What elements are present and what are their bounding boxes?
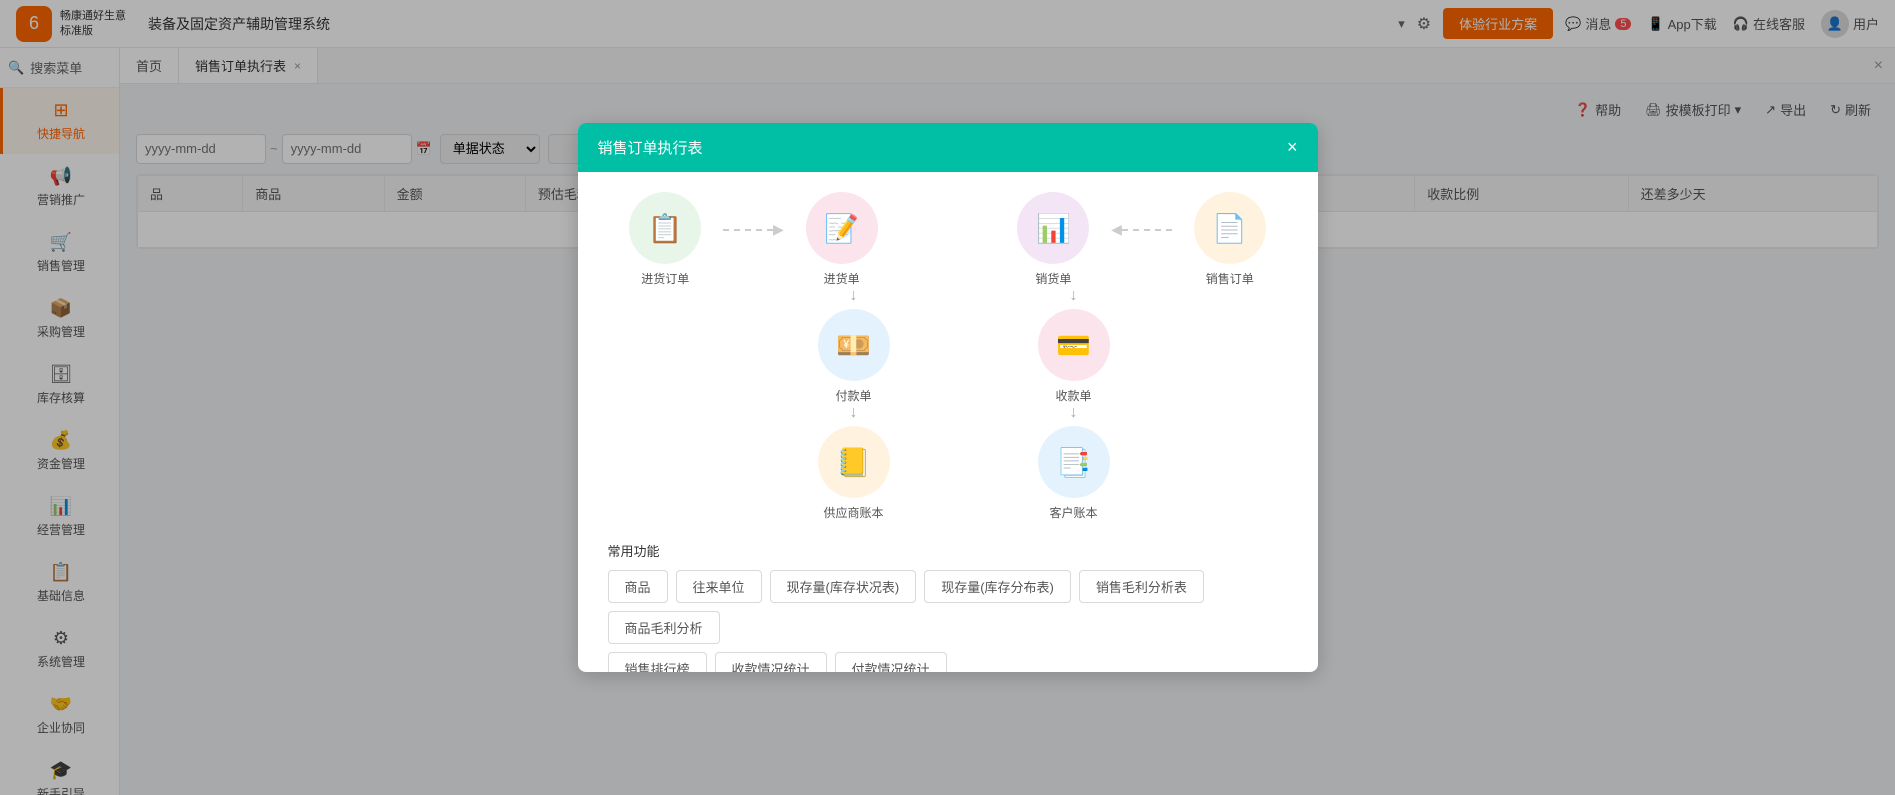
flow-col-payment-out: 💴 付款单: [794, 309, 914, 404]
arrow-down-payment-out: ↓: [794, 404, 914, 422]
sales-order-label: 销售订单: [1206, 270, 1254, 287]
modal-overlay[interactable]: 销售订单执行表 × 📋 进货订单 ▶: [0, 0, 1895, 795]
common-btn-payment-stats[interactable]: 付款情况统计: [835, 652, 947, 672]
arrow-down-payment-in: ↓: [1014, 404, 1134, 422]
supplier-book-circle: 📒: [818, 426, 890, 498]
flow-col-purchase-bill: 📝 进货单: [784, 192, 900, 287]
purchase-bill-circle: 📝: [806, 192, 878, 264]
purchase-order-icon: 📋: [648, 212, 683, 245]
flow-row-1: 📋 进货订单 ▶ 📝 进货单: [608, 192, 1288, 287]
supplier-book-icon: 📒: [836, 446, 871, 479]
flow-section: 📋 进货订单 ▶ 📝 进货单: [608, 192, 1288, 521]
flow-col-sales-bill: 📊 销货单: [996, 192, 1112, 287]
customer-book-icon: 📑: [1056, 446, 1091, 479]
flow-row-2: 💴 付款单 💳 收款单: [608, 309, 1288, 404]
modal-close-btn[interactable]: ×: [1287, 137, 1298, 158]
supplier-book-label: 供应商账本: [823, 504, 883, 521]
sales-bill-icon: 📊: [1036, 212, 1071, 245]
common-btn-product-profit[interactable]: 商品毛利分析: [608, 611, 720, 644]
purchase-bill-icon: 📝: [824, 212, 859, 245]
purchase-order-label: 进货订单: [641, 270, 689, 287]
sales-bill-circle: 📊: [1017, 192, 1089, 264]
modal: 销售订单执行表 × 📋 进货订单 ▶: [578, 123, 1318, 672]
modal-title: 销售订单执行表: [598, 137, 1287, 158]
common-btn-sales-profit[interactable]: 销售毛利分析表: [1079, 570, 1204, 603]
common-btn-stock-status[interactable]: 现存量(库存状况表): [770, 570, 917, 603]
common-btn-sales-rank[interactable]: 销售排行榜: [608, 652, 707, 672]
common-btn-product[interactable]: 商品: [608, 570, 668, 603]
common-functions-section: 常用功能 商品 往来单位 现存量(库存状况表) 现存量(库存分布表) 销售毛利分…: [608, 541, 1288, 672]
purchase-order-circle: 📋: [629, 192, 701, 264]
purchase-bill-label: 进货单: [824, 270, 860, 287]
flow-col-supplier-book: 📒 供应商账本: [794, 426, 914, 521]
sales-order-circle: 📄: [1194, 192, 1266, 264]
common-btn-stock-dist[interactable]: 现存量(库存分布表): [924, 570, 1071, 603]
common-btns-row2: 销售排行榜 收款情况统计 付款情况统计: [608, 652, 1288, 672]
customer-book-circle: 📑: [1038, 426, 1110, 498]
flow-col-payment-in: 💳 收款单: [1014, 309, 1134, 404]
payment-out-icon: 💴: [836, 329, 871, 362]
arrow-right-1: ▶: [723, 221, 784, 258]
payment-in-circle: 💳: [1038, 309, 1110, 381]
common-btn-partner[interactable]: 往来单位: [676, 570, 762, 603]
modal-header: 销售订单执行表 ×: [578, 123, 1318, 172]
customer-book-label: 客户账本: [1049, 504, 1097, 521]
modal-body: 📋 进货订单 ▶ 📝 进货单: [578, 172, 1318, 672]
sales-bill-label: 销货单: [1035, 270, 1071, 287]
payment-out-circle: 💴: [818, 309, 890, 381]
common-functions-title: 常用功能: [608, 541, 1288, 560]
common-btn-receipt-stats[interactable]: 收款情况统计: [715, 652, 827, 672]
flow-col-purchase-order: 📋 进货订单: [608, 192, 724, 287]
common-btns-row1: 商品 往来单位 现存量(库存状况表) 现存量(库存分布表) 销售毛利分析表 商品…: [608, 570, 1288, 644]
sales-order-icon: 📄: [1212, 212, 1247, 245]
flow-col-customer-book: 📑 客户账本: [1014, 426, 1134, 521]
payment-in-label: 收款单: [1055, 387, 1091, 404]
payment-in-icon: 💳: [1056, 329, 1091, 362]
payment-out-label: 付款单: [835, 387, 871, 404]
flow-row-arrows: ↓ ↓: [608, 287, 1288, 305]
arrow-left-1: ◀: [1111, 221, 1172, 258]
flow-row-arrows2: ↓ ↓: [608, 404, 1288, 422]
flow-col-sales-order: 📄 销售订单: [1172, 192, 1288, 287]
arrow-down-purchase: ↓: [794, 287, 914, 305]
arrow-down-sales: ↓: [1014, 287, 1134, 305]
flow-row-3: 📒 供应商账本 📑 客户账本: [608, 426, 1288, 521]
